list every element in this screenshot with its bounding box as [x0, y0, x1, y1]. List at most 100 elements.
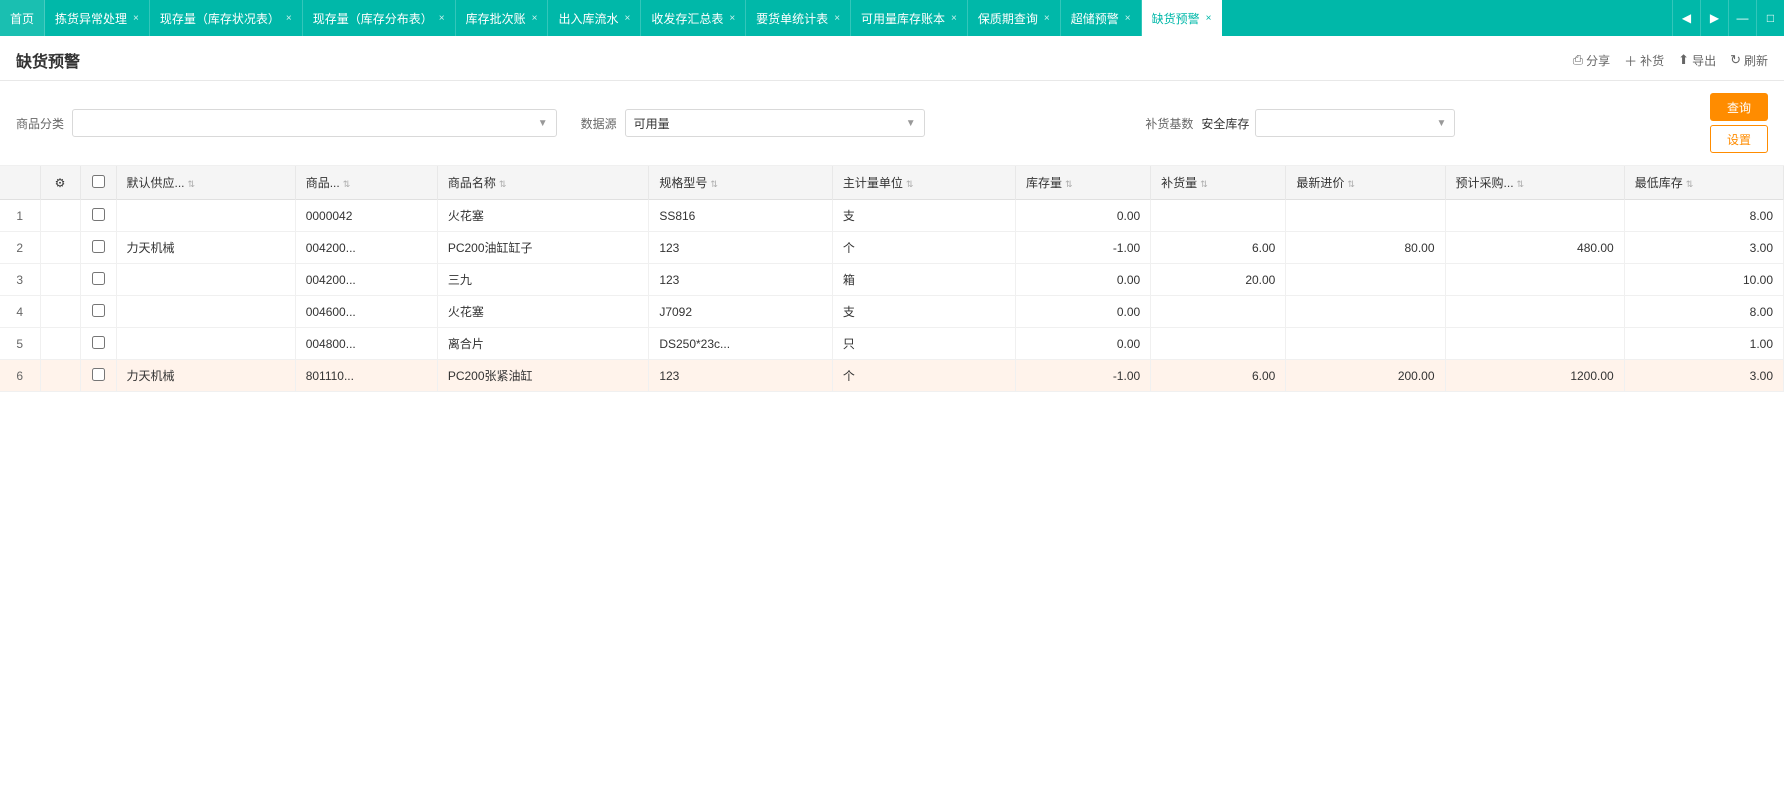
- nav-tab-10[interactable]: 超储预警 ×: [1061, 0, 1142, 36]
- nav-tab-6[interactable]: 收发存汇总表 ×: [641, 0, 746, 36]
- nav-tab-label: 超储预警: [1071, 10, 1119, 27]
- col-replenish[interactable]: 补货量⇅: [1151, 166, 1286, 200]
- table-row: 6力天机械801110...PC200张紧油缸123个-1.006.00200.…: [0, 360, 1784, 392]
- refresh-icon: ↻: [1730, 52, 1741, 68]
- nav-tab-0[interactable]: 首页: [0, 0, 45, 36]
- sort-icon-replenish[interactable]: ⇅: [1200, 179, 1208, 189]
- query-button[interactable]: 查询: [1710, 93, 1768, 121]
- sort-icon-code[interactable]: ⇅: [343, 179, 351, 189]
- row-gear[interactable]: [40, 264, 80, 296]
- sort-icon-latest_price[interactable]: ⇅: [1347, 179, 1355, 189]
- nav-tab-close[interactable]: ×: [834, 13, 840, 24]
- col-label-code: 商品...: [306, 176, 340, 190]
- nav-tab-8[interactable]: 可用量库存账本×: [851, 0, 968, 36]
- nav-tab-3[interactable]: 现存量（库存分布表）×: [303, 0, 456, 36]
- nav-tab-close[interactable]: ×: [1044, 13, 1050, 24]
- sort-icon-min_stock[interactable]: ⇅: [1686, 179, 1694, 189]
- row-gear[interactable]: [40, 200, 80, 232]
- replenish-button[interactable]: ＋ 补货: [1624, 51, 1664, 70]
- datasource-filter-group: 数据源 可用量 ▼: [581, 109, 1122, 137]
- col-latest_price[interactable]: 最新进价⇅: [1286, 166, 1445, 200]
- col-code[interactable]: 商品...⇅: [295, 166, 437, 200]
- cell-name: 离合片: [437, 328, 648, 360]
- select-all-checkbox[interactable]: [92, 175, 105, 188]
- sort-icon-unit[interactable]: ⇅: [906, 179, 914, 189]
- row-checkbox[interactable]: [92, 240, 105, 253]
- nav-maximize-btn[interactable]: □: [1756, 0, 1784, 36]
- row-checkbox[interactable]: [92, 336, 105, 349]
- row-checkbox[interactable]: [92, 208, 105, 221]
- row-gear[interactable]: [40, 232, 80, 264]
- sort-icon-est_purchase[interactable]: ⇅: [1517, 179, 1525, 189]
- cell-unit: 支: [832, 200, 1015, 232]
- row-checkbox-cell: [80, 264, 116, 296]
- col-spec[interactable]: 规格型号⇅: [649, 166, 833, 200]
- cell-est_purchase: [1445, 264, 1624, 296]
- nav-next-btn[interactable]: ▶: [1700, 0, 1728, 36]
- cell-name: 火花塞: [437, 200, 648, 232]
- nav-tab-close[interactable]: ×: [286, 13, 292, 24]
- cell-code: 004200...: [295, 264, 437, 296]
- export-button[interactable]: ⬆ 导出: [1678, 52, 1716, 69]
- cell-name: PC200张紧油缸: [437, 360, 648, 392]
- table-container: ⚙默认供应...⇅商品...⇅商品名称⇅规格型号⇅主计量单位⇅库存量⇅补货量⇅最…: [0, 166, 1784, 392]
- col-est_purchase[interactable]: 预计采购...⇅: [1445, 166, 1624, 200]
- refresh-button[interactable]: ↻ 刷新: [1730, 52, 1768, 69]
- share-button[interactable]: ⎙ 分享: [1573, 52, 1610, 69]
- settings-button[interactable]: 设置: [1710, 125, 1768, 153]
- cell-latest_price: 80.00: [1286, 232, 1445, 264]
- nav-tab-label: 收发存汇总表: [651, 10, 723, 27]
- cell-unit: 个: [832, 232, 1015, 264]
- page-header: 缺货预警 ⎙ 分享 ＋ 补货 ⬆ 导出 ↻ 刷新: [0, 36, 1784, 81]
- nav-tab-close[interactable]: ×: [1125, 13, 1131, 24]
- row-checkbox[interactable]: [92, 304, 105, 317]
- cell-replenish: [1151, 328, 1286, 360]
- col-unit[interactable]: 主计量单位⇅: [832, 166, 1015, 200]
- row-checkbox-cell: [80, 232, 116, 264]
- row-gear[interactable]: [40, 360, 80, 392]
- cell-supplier: [116, 328, 295, 360]
- nav-minimize-btn[interactable]: —: [1728, 0, 1756, 36]
- row-checkbox[interactable]: [92, 272, 105, 285]
- row-number: 3: [0, 264, 40, 296]
- col-min_stock[interactable]: 最低库存⇅: [1624, 166, 1783, 200]
- nav-tab-close[interactable]: ×: [951, 13, 957, 24]
- col-label-replenish: 补货量: [1161, 176, 1197, 190]
- nav-tab-1[interactable]: 拣货异常处理×: [45, 0, 150, 36]
- nav-tab-close[interactable]: ×: [532, 13, 538, 24]
- export-icon: ⬆: [1678, 52, 1689, 68]
- col-stock[interactable]: 库存量⇅: [1016, 166, 1151, 200]
- nav-tab-close[interactable]: ×: [133, 13, 139, 24]
- col-supplier[interactable]: 默认供应...⇅: [116, 166, 295, 200]
- datasource-label: 数据源: [581, 115, 617, 132]
- nav-tab-7[interactable]: 要货单统计表×: [746, 0, 851, 36]
- table-row: 10000042火花塞SS816支0.008.00: [0, 200, 1784, 232]
- nav-tab-close[interactable]: ×: [439, 13, 445, 24]
- category-select[interactable]: ▼: [72, 109, 557, 137]
- replenish-select[interactable]: ▼: [1255, 109, 1455, 137]
- sort-icon-stock[interactable]: ⇅: [1065, 179, 1073, 189]
- nav-tab-2[interactable]: 现存量（库存状况表）×: [150, 0, 303, 36]
- nav-tab-close[interactable]: ×: [624, 13, 630, 24]
- sort-icon-name[interactable]: ⇅: [499, 179, 507, 189]
- nav-tab-9[interactable]: 保质期查询×: [968, 0, 1061, 36]
- row-gear[interactable]: [40, 296, 80, 328]
- row-checkbox[interactable]: [92, 368, 105, 381]
- nav-tab-4[interactable]: 库存批次账×: [456, 0, 549, 36]
- sort-icon-supplier[interactable]: ⇅: [188, 179, 196, 189]
- nav-tab-close[interactable]: ×: [729, 13, 735, 24]
- replenish-filter-group: 补货基数 安全库存 ▼: [1145, 109, 1686, 137]
- cell-latest_price: [1286, 328, 1445, 360]
- table-row: 2力天机械004200...PC200油缸缸子123个-1.006.0080.0…: [0, 232, 1784, 264]
- datasource-select[interactable]: 可用量 ▼: [625, 109, 925, 137]
- nav-tab-close[interactable]: ×: [1206, 13, 1212, 24]
- cell-min_stock: 3.00: [1624, 360, 1783, 392]
- gear-icon[interactable]: ⚙: [55, 176, 66, 190]
- sort-icon-spec[interactable]: ⇅: [710, 179, 718, 189]
- nav-tab-5[interactable]: 出入库流水×: [548, 0, 641, 36]
- cell-replenish: [1151, 200, 1286, 232]
- nav-tab-11[interactable]: 缺货预警×: [1142, 0, 1223, 36]
- nav-prev-btn[interactable]: ◀: [1672, 0, 1700, 36]
- col-name[interactable]: 商品名称⇅: [437, 166, 648, 200]
- row-gear[interactable]: [40, 328, 80, 360]
